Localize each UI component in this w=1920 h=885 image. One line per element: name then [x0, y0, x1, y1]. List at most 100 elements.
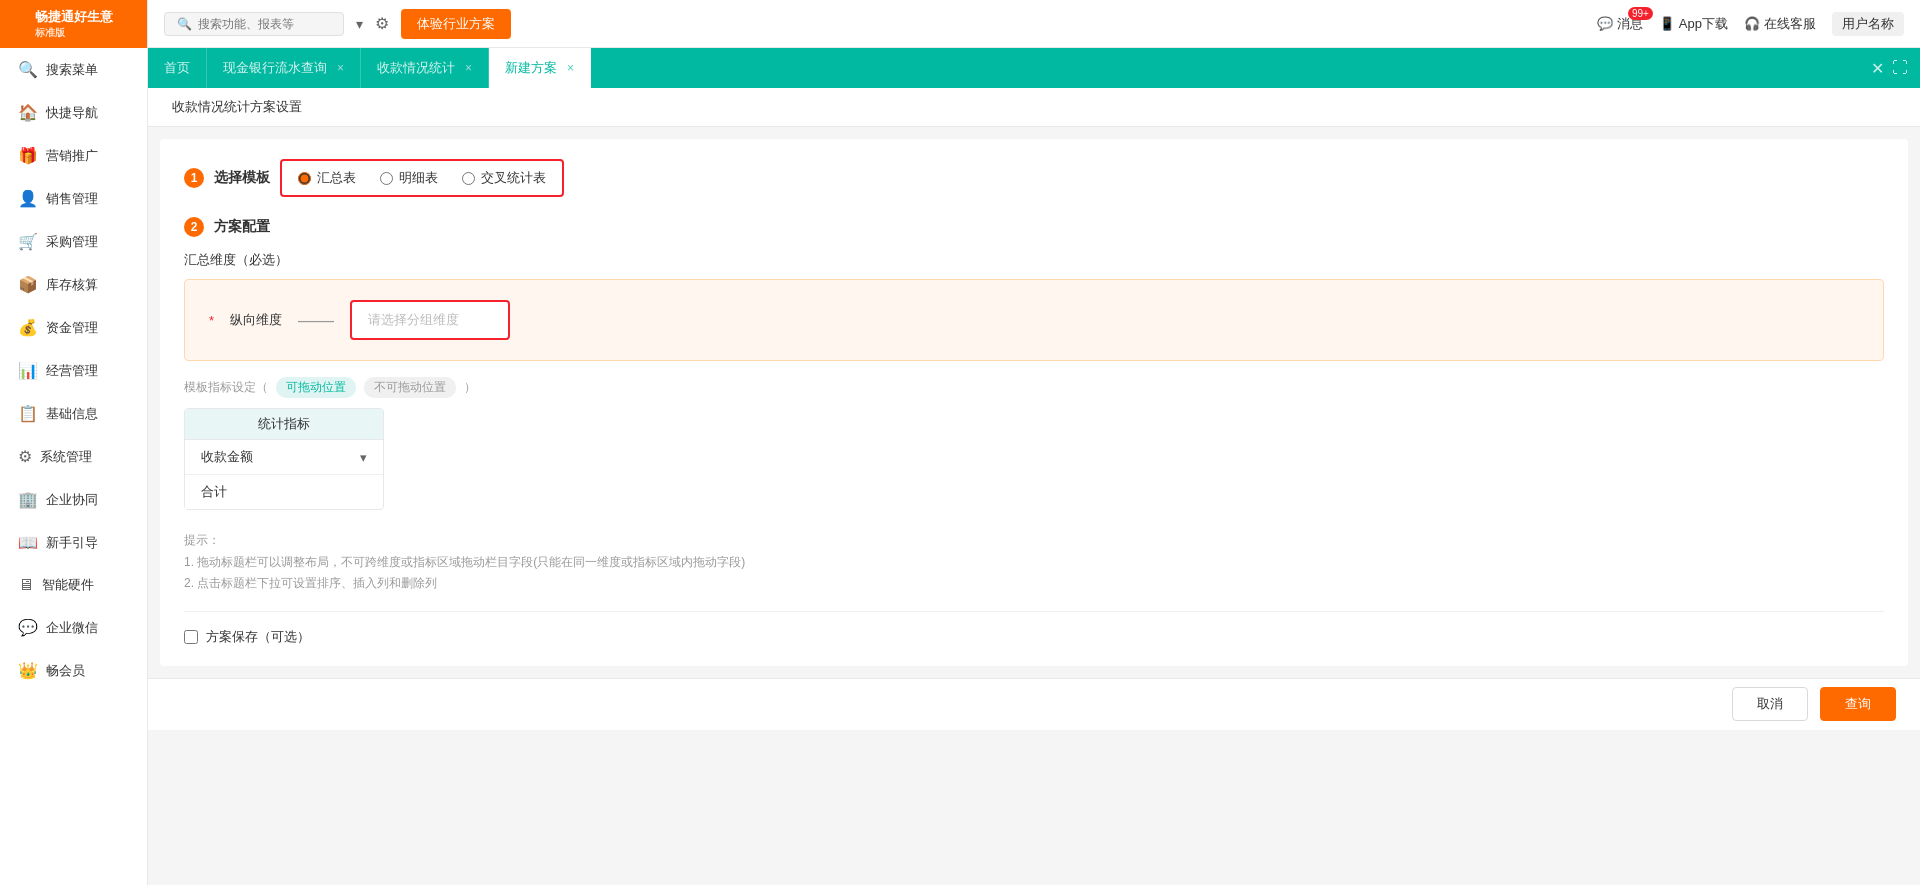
sidebar-item-system[interactable]: ⚙ 系统管理 [0, 435, 147, 478]
metrics-cell-collection-amount: 收款金额 ▾ [185, 440, 383, 475]
sidebar-item-sales[interactable]: 👤销售管理 [0, 177, 147, 220]
sidebar-item-hardware[interactable]: 🖥智能硬件 [0, 564, 147, 606]
radio-cross-input[interactable] [462, 172, 475, 185]
tabs-container: 首页现金银行流水查询×收款情况统计×新建方案× [148, 48, 591, 88]
sidebar-item-enterprise[interactable]: 🏢企业协同 [0, 478, 147, 521]
tab-label-cashflow: 现金银行流水查询 [223, 59, 327, 77]
sidebar-label-basic-info: 基础信息 [46, 405, 98, 423]
step1-header: 1 选择模板 汇总表 明细表 交叉统计表 [184, 159, 1884, 197]
metrics-section: 模板指标设定（ 可拖动位置 不可拖动位置 ） 统计指标 收款金额 ▾ 合计 [184, 377, 1884, 510]
tab-close-collection[interactable]: × [465, 61, 472, 75]
dimension-box: * 纵向维度 —— 请选择分组维度 [184, 279, 1884, 361]
header-search-box[interactable]: 🔍 [164, 12, 344, 36]
page-title: 收款情况统计方案设置 [172, 99, 302, 114]
sidebar-label-guide: 新手引导 [46, 534, 98, 552]
message-icon: 💬 [1597, 16, 1613, 31]
sidebar-item-member[interactable]: 👑畅会员 [0, 649, 147, 692]
sidebar-label-weixin: 企业微信 [46, 619, 98, 637]
user-menu[interactable]: 用户名称 [1832, 12, 1904, 36]
dimension-row: * 纵向维度 —— 请选择分组维度 [209, 300, 1859, 340]
metrics-table-header: 统计指标 [185, 409, 383, 440]
radio-summary-input[interactable] [298, 172, 311, 185]
required-indicator: * [209, 313, 214, 328]
tip1: 1. 拖动标题栏可以调整布局，不可跨维度或指标区域拖动栏目字段(只能在同一维度或… [184, 552, 1884, 574]
sidebar-items: 🔍搜索菜单🏠快捷导航 🎁 营销推广 👤销售管理 🛒 采购管理 📦 库存核算 💰资金管理 📊 经营管理… [0, 48, 147, 692]
step1-number: 1 [184, 168, 204, 188]
dimension-section: 汇总维度（必选） * 纵向维度 —— 请选择分组维度 [184, 251, 1884, 361]
dimension-title: 汇总维度（必选） [184, 251, 1884, 269]
tab-label-home: 首页 [164, 59, 190, 77]
purchase-icon: 🛒 [18, 232, 38, 251]
tab-close-new-plan[interactable]: × [567, 61, 574, 75]
inventory-icon: 📦 [18, 275, 38, 294]
app-icon: 📱 [1659, 16, 1675, 31]
page-content: 收款情况统计方案设置 1 选择模板 汇总表 明细表 [148, 88, 1920, 885]
operations-icon: 📊 [18, 361, 38, 380]
quick-nav-icon: 🏠 [18, 103, 38, 122]
tab-new-plan[interactable]: 新建方案× [489, 48, 591, 88]
sidebar: 畅捷通好生意 标准版 🔍搜索菜单🏠快捷导航 🎁 营销推广 👤销售管理 🛒 采购管理 📦 库存核… [0, 0, 148, 885]
metrics-label-prefix: 模板指标设定（ [184, 379, 268, 396]
tab-collection[interactable]: 收款情况统计 × [361, 48, 489, 88]
tab-cashflow[interactable]: 现金银行流水查询 × [207, 48, 361, 88]
radio-detail-input[interactable] [380, 172, 393, 185]
sidebar-item-basic-info[interactable]: 📋 基础信息 [0, 392, 147, 435]
basic-info-icon: 📋 [18, 404, 38, 423]
sidebar-label-marketing: 营销推广 [46, 147, 98, 165]
sidebar-logo: 畅捷通好生意 标准版 [0, 0, 147, 48]
settings-icon[interactable]: ⚙ [375, 14, 389, 33]
save-checkbox[interactable] [184, 630, 198, 644]
app-download-button[interactable]: 📱 App下载 [1659, 15, 1728, 33]
search-input[interactable] [198, 17, 328, 31]
save-option: 方案保存（可选） [184, 628, 1884, 646]
radio-detail-label: 明细表 [399, 169, 438, 187]
metrics-label-suffix: ） [464, 379, 476, 396]
close-window-icon[interactable]: ✕ [1871, 59, 1884, 78]
sidebar-item-finance[interactable]: 💰资金管理 [0, 306, 147, 349]
sidebar-label-system: 系统管理 [40, 448, 92, 466]
vertical-dimension-label: 纵向维度 [230, 311, 282, 329]
search-menu-icon: 🔍 [18, 60, 38, 79]
save-label: 方案保存（可选） [206, 628, 310, 646]
sidebar-label-operations: 经营管理 [46, 362, 98, 380]
maximize-window-icon[interactable]: ⛶ [1892, 59, 1908, 77]
metrics-row-total: 合计 [185, 475, 383, 509]
sidebar-label-inventory: 库存核算 [46, 276, 98, 294]
sidebar-label-enterprise: 企业协同 [46, 491, 98, 509]
member-icon: 👑 [18, 661, 38, 680]
sidebar-item-guide[interactable]: 📖新手引导 [0, 521, 147, 564]
sidebar-item-purchase[interactable]: 🛒 采购管理 [0, 220, 147, 263]
sidebar-item-operations[interactable]: 📊 经营管理 [0, 349, 147, 392]
system-icon: ⚙ [18, 447, 32, 466]
radio-detail[interactable]: 明细表 [380, 169, 438, 187]
bottom-bar: 取消 查询 [148, 678, 1920, 730]
logo-text: 畅捷通好生意 [35, 8, 113, 26]
tab-home[interactable]: 首页 [148, 48, 207, 88]
header-dropdown-button[interactable]: ▾ [356, 16, 363, 32]
query-button[interactable]: 查询 [1820, 687, 1896, 721]
radio-cross-label: 交叉统计表 [481, 169, 546, 187]
sidebar-item-inventory[interactable]: 📦 库存核算 [0, 263, 147, 306]
sidebar-item-quick-nav[interactable]: 🏠快捷导航 [0, 91, 147, 134]
metrics-cell-total: 合计 [185, 475, 243, 509]
trial-button[interactable]: 体验行业方案 [401, 9, 511, 39]
sidebar-item-search-menu[interactable]: 🔍搜索菜单 [0, 48, 147, 91]
window-buttons: ✕ ⛶ [1859, 48, 1920, 88]
marketing-icon: 🎁 [18, 146, 38, 165]
metrics-row-collection-amount: 收款金额 ▾ [185, 440, 383, 475]
tab-close-cashflow[interactable]: × [337, 61, 344, 75]
sidebar-label-purchase: 采购管理 [46, 233, 98, 251]
sidebar-item-weixin[interactable]: 💬企业微信 [0, 606, 147, 649]
radio-summary[interactable]: 汇总表 [298, 169, 356, 187]
radio-cross[interactable]: 交叉统计表 [462, 169, 546, 187]
notification-button[interactable]: 💬 消息 99+ [1597, 15, 1643, 33]
dimension-selector-dropdown[interactable]: 请选择分组维度 [350, 300, 510, 340]
tab-label-collection: 收款情况统计 [377, 59, 455, 77]
sidebar-item-marketing[interactable]: 🎁 营销推广 [0, 134, 147, 177]
logo-sub: 标准版 [35, 26, 113, 40]
cancel-button[interactable]: 取消 [1732, 687, 1808, 721]
radio-summary-label: 汇总表 [317, 169, 356, 187]
metrics-dropdown-collection-amount[interactable]: ▾ [360, 450, 367, 465]
online-service-button[interactable]: 🎧 在线客服 [1744, 15, 1816, 33]
tab-bar: 首页现金银行流水查询×收款情况统计×新建方案× ✕ ⛶ [148, 48, 1920, 88]
